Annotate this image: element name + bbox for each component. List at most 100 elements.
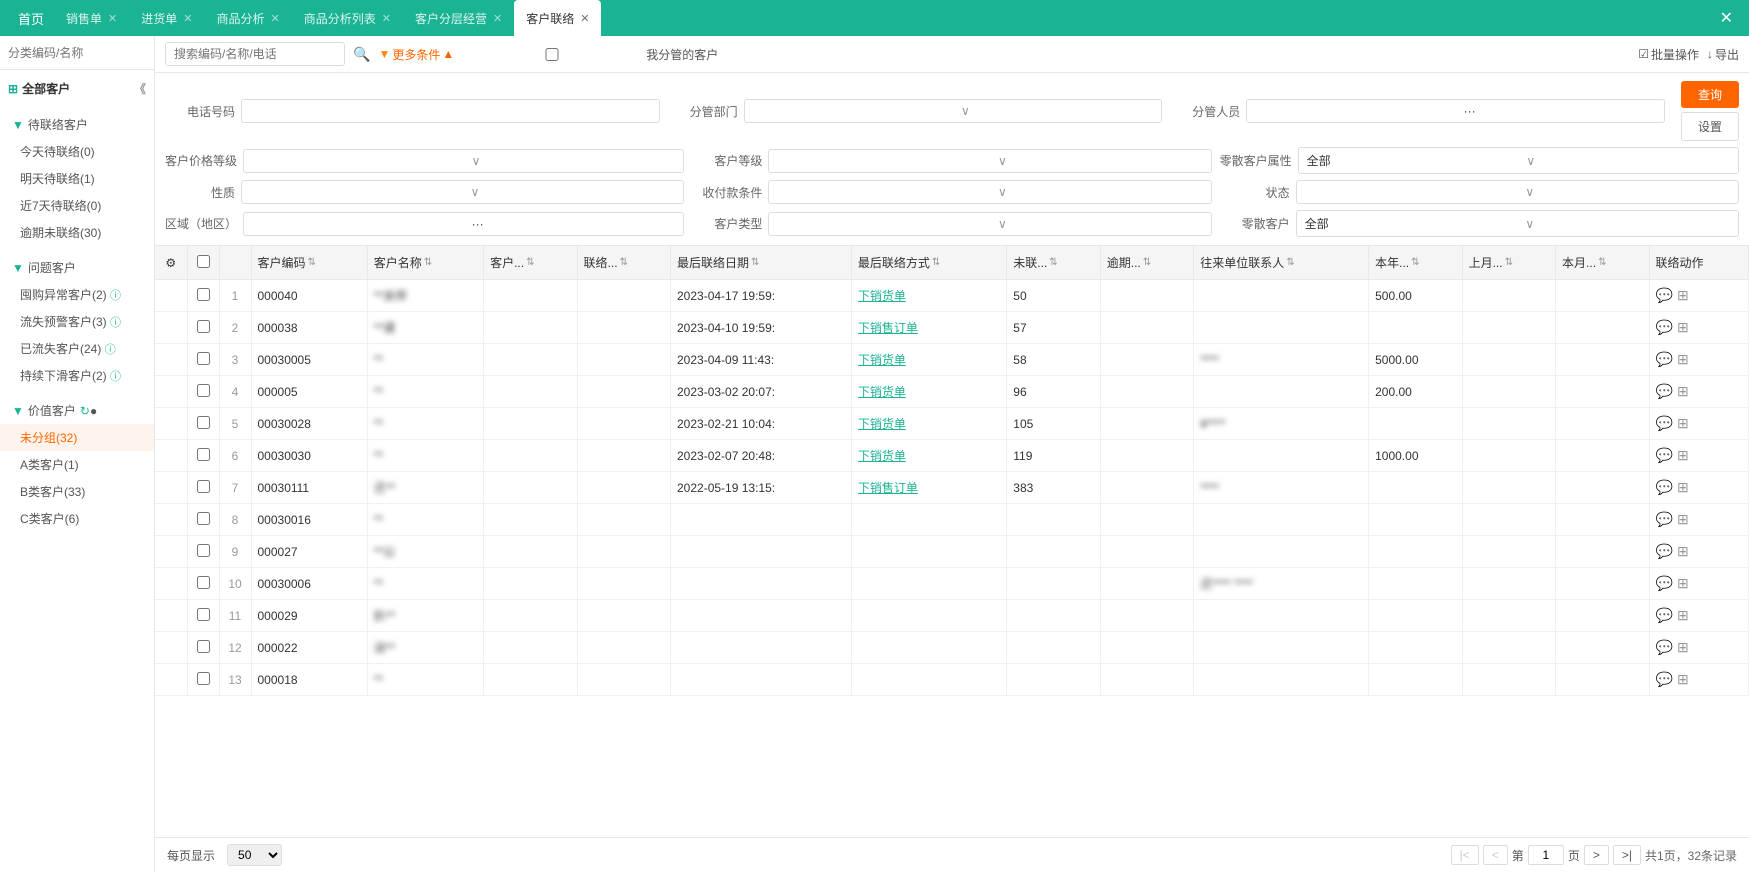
td-checkbox[interactable] — [187, 536, 219, 568]
close-icon[interactable]: ✕ — [580, 12, 589, 25]
td-checkbox[interactable] — [187, 312, 219, 344]
tab-customer-contact[interactable]: 客户联络 ✕ — [514, 0, 601, 36]
contact-icon[interactable]: 💬 — [1656, 383, 1673, 400]
sidebar-pending-label[interactable]: ▼ 待联络客户 — [0, 111, 154, 138]
td-checkbox[interactable] — [187, 408, 219, 440]
more-icon[interactable]: ⊞ — [1677, 511, 1689, 528]
th-settings[interactable]: ⚙ — [155, 246, 187, 280]
th-last-contact-method[interactable]: 最后联络方式⇅ — [851, 246, 1006, 280]
row-checkbox[interactable] — [197, 288, 210, 301]
th-last-month[interactable]: 上月...⇅ — [1462, 246, 1555, 280]
td-checkbox[interactable] — [187, 344, 219, 376]
th-contact[interactable]: 联络...⇅ — [577, 246, 670, 280]
th-customer-code[interactable]: 客户编码⇅ — [251, 246, 367, 280]
sidebar-item-abnormal[interactable]: 囤购异常客户(2) ⓘ — [0, 281, 154, 308]
more-icon[interactable]: ⊞ — [1677, 671, 1689, 688]
close-icon[interactable]: ✕ — [108, 12, 117, 25]
status-select[interactable]: ∨ — [1296, 180, 1739, 204]
collapse-icon[interactable]: 《 — [134, 80, 146, 97]
th-this-year[interactable]: 本年...⇅ — [1369, 246, 1462, 280]
td-checkbox[interactable] — [187, 376, 219, 408]
region-select[interactable]: ··· — [243, 212, 684, 236]
payment-select[interactable]: ∨ — [768, 180, 1211, 204]
contact-icon[interactable]: 💬 — [1656, 415, 1673, 432]
customer-type-select[interactable]: ∨ — [768, 212, 1211, 236]
customer-level-select[interactable]: ∨ — [768, 149, 1211, 173]
row-checkbox[interactable] — [197, 384, 210, 397]
more-icon[interactable]: ⊞ — [1677, 607, 1689, 624]
batch-ops-btn[interactable]: ☑ 批量操作 — [1638, 46, 1699, 63]
zero-customer-select[interactable]: 全部 ∨ — [1296, 210, 1739, 237]
th-last-contact-date[interactable]: 最后联络日期⇅ — [671, 246, 852, 280]
row-checkbox[interactable] — [197, 320, 210, 333]
sidebar-item-tomorrow[interactable]: 明天待联络(1) — [0, 165, 154, 192]
last-page-btn[interactable]: >| — [1613, 845, 1641, 865]
th-no-contact[interactable]: 未联...⇅ — [1007, 246, 1100, 280]
next-page-btn[interactable]: > — [1584, 845, 1609, 865]
sidebar-item-7days[interactable]: 近7天待联络(0) — [0, 192, 154, 219]
more-icon[interactable]: ⊞ — [1677, 287, 1689, 304]
per-page-select[interactable]: 50 100 200 — [227, 844, 282, 866]
row-checkbox[interactable] — [197, 576, 210, 589]
contact-icon[interactable]: 💬 — [1656, 447, 1673, 464]
tab-home[interactable]: 首页 — [8, 0, 54, 36]
row-checkbox[interactable] — [197, 480, 210, 493]
td-last-method[interactable] — [851, 632, 1006, 664]
sidebar-search-input[interactable] — [8, 46, 155, 60]
th-customer-name[interactable]: 客户名称⇅ — [367, 246, 483, 280]
select-all-checkbox[interactable] — [197, 255, 210, 268]
sidebar-value-label[interactable]: ▼ 价值客户 ↻ ● — [0, 397, 154, 424]
manager-more-icon[interactable]: ··· — [1456, 100, 1664, 122]
th-unit-contact[interactable]: 往来单位联系人⇅ — [1194, 246, 1369, 280]
search-input[interactable] — [165, 42, 345, 66]
td-last-method[interactable] — [851, 504, 1006, 536]
row-checkbox[interactable] — [197, 448, 210, 461]
row-checkbox[interactable] — [197, 672, 210, 685]
contact-icon[interactable]: 💬 — [1656, 511, 1673, 528]
query-button[interactable]: 查询 — [1681, 81, 1739, 108]
td-checkbox[interactable] — [187, 440, 219, 472]
tab-customer-tier[interactable]: 客户分层经营 ✕ — [403, 0, 514, 36]
td-last-method[interactable]: 下销货单 — [851, 344, 1006, 376]
more-conditions-btn[interactable]: ▼ 更多条件 ▲ — [378, 46, 454, 63]
contact-icon[interactable]: 💬 — [1656, 575, 1673, 592]
manager-input[interactable]: ··· — [1246, 99, 1665, 123]
filter-search-icon[interactable]: 🔍 — [353, 46, 370, 63]
sidebar-problem-label[interactable]: ▼ 问题客户 — [0, 254, 154, 281]
close-icon[interactable]: ✕ — [271, 12, 280, 25]
row-checkbox[interactable] — [197, 608, 210, 621]
row-checkbox[interactable] — [197, 416, 210, 429]
contact-icon[interactable]: 💬 — [1656, 319, 1673, 336]
reset-button[interactable]: 设置 — [1681, 112, 1739, 141]
td-last-method[interactable] — [851, 664, 1006, 696]
th-checkbox[interactable] — [187, 246, 219, 280]
refresh-icon[interactable]: ↻ — [80, 404, 90, 418]
close-icon[interactable]: ✕ — [493, 12, 502, 25]
more-icon[interactable]: ⊞ — [1677, 575, 1689, 592]
td-checkbox[interactable] — [187, 280, 219, 312]
td-last-method[interactable]: 下销货单 — [851, 440, 1006, 472]
td-last-method[interactable]: 下销货单 — [851, 408, 1006, 440]
th-customer-type[interactable]: 客户...⇅ — [484, 246, 577, 280]
window-close-button[interactable]: ✕ — [1712, 8, 1741, 28]
region-more-icon[interactable]: ··· — [464, 213, 684, 235]
sidebar-item-class-a[interactable]: A类客户(1) — [0, 451, 154, 478]
contact-icon[interactable]: 💬 — [1656, 639, 1673, 656]
td-last-method[interactable]: 下销货单 — [851, 376, 1006, 408]
sidebar-item-declining[interactable]: 持续下滑客户(2) ⓘ — [0, 362, 154, 389]
td-last-method[interactable]: 下销货单 — [851, 280, 1006, 312]
more-icon[interactable]: ⊞ — [1677, 543, 1689, 560]
contact-icon[interactable]: 💬 — [1656, 287, 1673, 304]
nature-select[interactable]: ∨ — [241, 180, 684, 204]
page-number-input[interactable] — [1528, 845, 1564, 865]
more-icon[interactable]: ⊞ — [1677, 319, 1689, 336]
td-checkbox[interactable] — [187, 600, 219, 632]
tab-product-analysis[interactable]: 商品分析 ✕ — [204, 0, 291, 36]
row-checkbox[interactable] — [197, 640, 210, 653]
row-checkbox[interactable] — [197, 512, 210, 525]
row-checkbox[interactable] — [197, 544, 210, 557]
sidebar-item-ungrouped[interactable]: 未分组(32) — [0, 424, 154, 451]
row-checkbox[interactable] — [197, 352, 210, 365]
td-last-method[interactable]: 下销售订单 — [851, 472, 1006, 504]
td-last-method[interactable]: 下销售订单 — [851, 312, 1006, 344]
